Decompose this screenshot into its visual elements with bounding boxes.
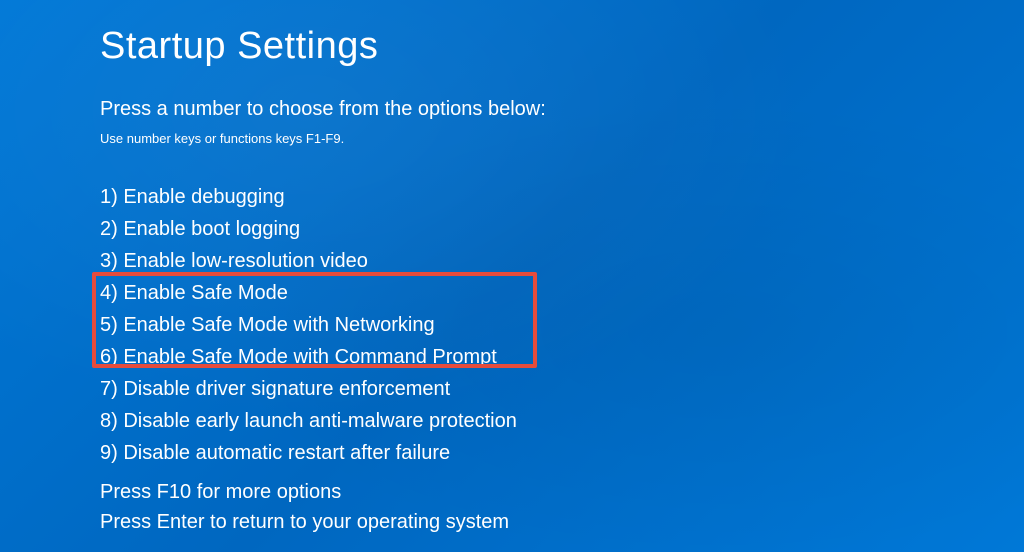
option-disable-driver-sig[interactable]: 7) Disable driver signature enforcement bbox=[100, 373, 924, 405]
option-safe-mode-cmd[interactable]: 6) Enable Safe Mode with Command Prompt bbox=[100, 341, 924, 373]
option-debugging[interactable]: 1) Enable debugging bbox=[100, 181, 924, 213]
option-safe-mode[interactable]: 4) Enable Safe Mode bbox=[100, 277, 924, 309]
return-hint: Press Enter to return to your operating … bbox=[100, 507, 509, 537]
option-disable-auto-restart[interactable]: 9) Disable automatic restart after failu… bbox=[100, 437, 924, 469]
option-boot-logging[interactable]: 2) Enable boot logging bbox=[100, 213, 924, 245]
more-options-hint: Press F10 for more options bbox=[100, 477, 509, 507]
option-disable-antimalware[interactable]: 8) Disable early launch anti-malware pro… bbox=[100, 405, 924, 437]
footer-instructions: Press F10 for more options Press Enter t… bbox=[100, 477, 509, 537]
page-title: Startup Settings bbox=[100, 25, 924, 68]
startup-options-list: 1) Enable debugging 2) Enable boot loggi… bbox=[100, 181, 924, 469]
option-safe-mode-networking[interactable]: 5) Enable Safe Mode with Networking bbox=[100, 309, 924, 341]
sub-instruction: Use number keys or functions keys F1-F9. bbox=[100, 131, 924, 146]
main-instruction: Press a number to choose from the option… bbox=[100, 98, 924, 121]
option-low-resolution[interactable]: 3) Enable low-resolution video bbox=[100, 245, 924, 277]
